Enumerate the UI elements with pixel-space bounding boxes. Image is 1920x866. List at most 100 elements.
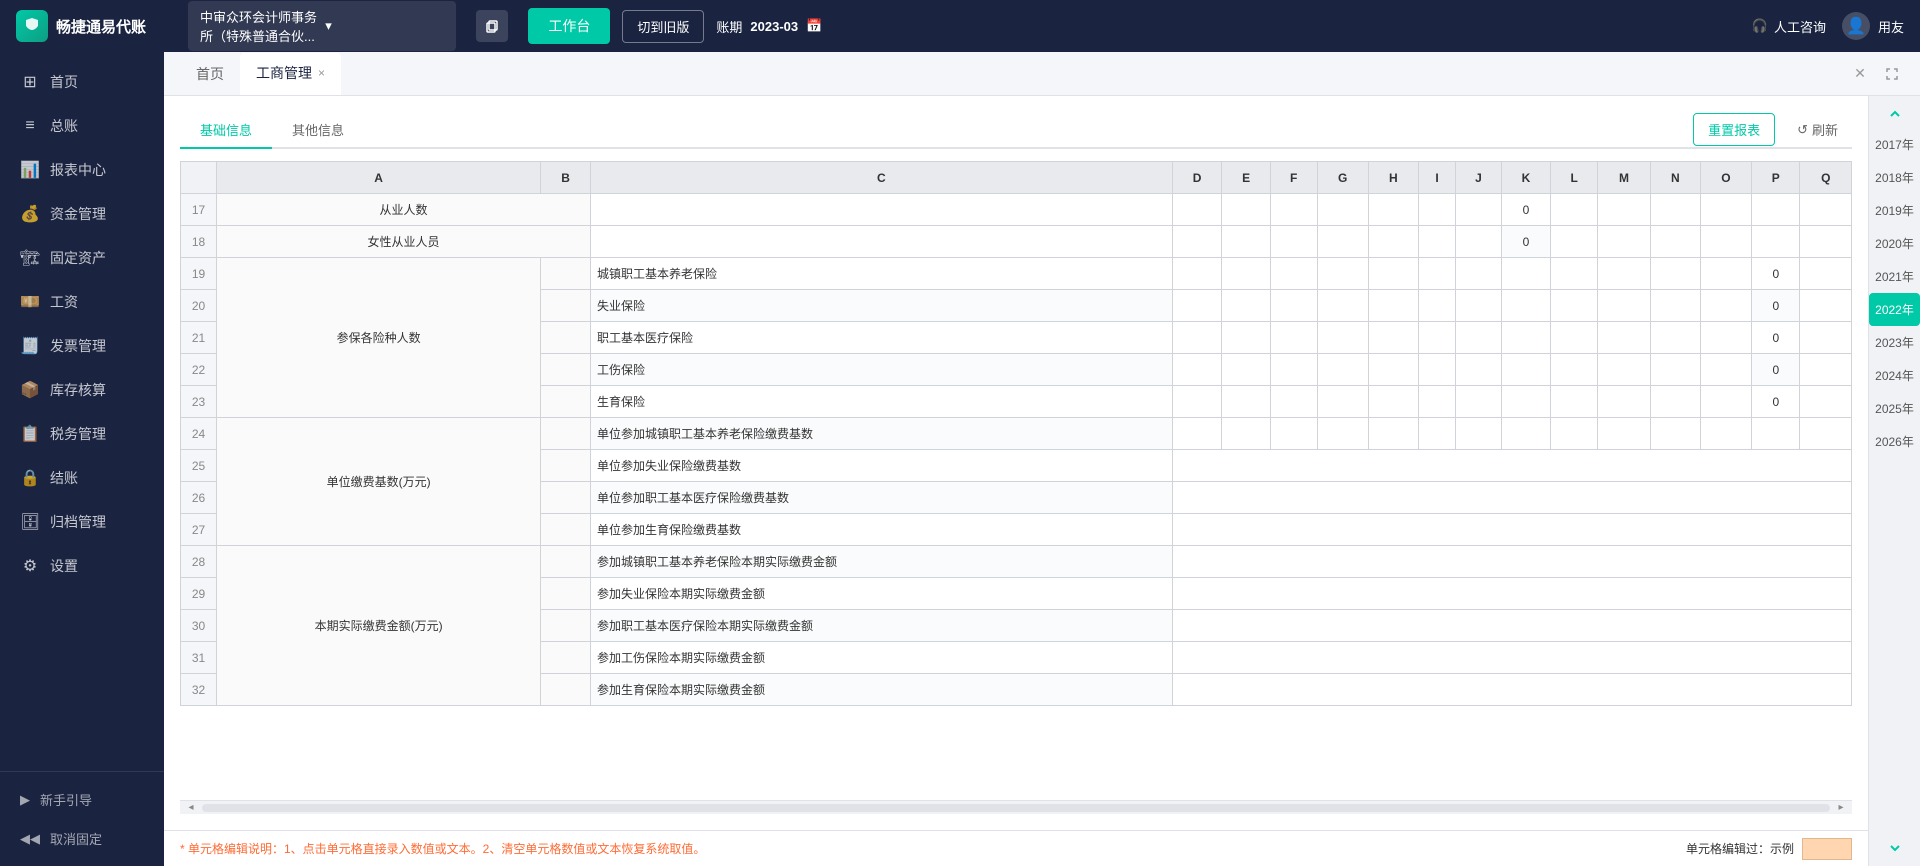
cell-24-k[interactable] [1501, 418, 1551, 450]
horizontal-scrollbar[interactable]: ◂ ▸ [180, 800, 1852, 814]
cell-23-q[interactable] [1800, 386, 1852, 418]
cell-22-f[interactable] [1270, 354, 1317, 386]
cell-28-c[interactable]: 参加城镇职工基本养老保险本期实际缴费金额 [590, 546, 1172, 578]
cell-18-p[interactable] [1752, 226, 1800, 258]
cell-20-f[interactable] [1270, 290, 1317, 322]
cell-17-e[interactable] [1222, 194, 1270, 226]
cell-31-b[interactable] [541, 642, 591, 674]
cell-23-l[interactable] [1551, 386, 1598, 418]
cell-27-rest[interactable] [1172, 514, 1851, 546]
cell-22-q[interactable] [1800, 354, 1852, 386]
cell-19-e[interactable] [1222, 258, 1270, 290]
cell-20-q[interactable] [1800, 290, 1852, 322]
sidebar-item-close[interactable]: 🔒 结账 [0, 456, 164, 500]
cell-29-b[interactable] [541, 578, 591, 610]
cell-23-g[interactable] [1317, 386, 1368, 418]
cell-22-d[interactable] [1172, 354, 1222, 386]
cell-24-m[interactable] [1598, 418, 1651, 450]
cell-19-d[interactable] [1172, 258, 1222, 290]
tab-close-icon[interactable]: × [318, 66, 325, 80]
cell-18-g[interactable] [1317, 226, 1368, 258]
cell-24-e[interactable] [1222, 418, 1270, 450]
cell-32-b[interactable] [541, 674, 591, 706]
scroll-right-arrow[interactable]: ▸ [1834, 801, 1848, 815]
cell-24-l[interactable] [1551, 418, 1598, 450]
cell-24-f[interactable] [1270, 418, 1317, 450]
cell-17-p[interactable] [1752, 194, 1800, 226]
cell-22-i[interactable] [1418, 354, 1456, 386]
cell-22-g[interactable] [1317, 354, 1368, 386]
sidebar-guide-button[interactable]: ▶ 新手引导 [0, 780, 164, 819]
cell-24-q[interactable] [1800, 418, 1852, 450]
year-item-2020[interactable]: 2020年 [1869, 227, 1920, 260]
cell-24-b[interactable] [541, 418, 591, 450]
sidebar-item-tax[interactable]: 📋 税务管理 [0, 412, 164, 456]
cell-30-b[interactable] [541, 610, 591, 642]
cell-18-c[interactable] [590, 226, 1172, 258]
cell-26-b[interactable] [541, 482, 591, 514]
cell-18-j[interactable] [1456, 226, 1501, 258]
workbench-button[interactable]: 工作台 [528, 8, 610, 44]
cell-22-n[interactable] [1650, 354, 1700, 386]
cell-22-j[interactable] [1456, 354, 1501, 386]
cell-17-l[interactable] [1551, 194, 1598, 226]
cell-17-g[interactable] [1317, 194, 1368, 226]
cell-26-rest[interactable] [1172, 482, 1851, 514]
year-item-2017[interactable]: 2017年 [1869, 128, 1920, 161]
cell-24-c[interactable]: 单位参加城镇职工基本养老保险缴费基数 [590, 418, 1172, 450]
cell-19-k[interactable] [1501, 258, 1551, 290]
cell-19-i[interactable] [1418, 258, 1456, 290]
cell-18-d[interactable] [1172, 226, 1222, 258]
cell-20-b[interactable] [541, 290, 591, 322]
tab-business[interactable]: 工商管理 × [240, 53, 341, 95]
sidebar-item-archive[interactable]: 🗄 归档管理 [0, 500, 164, 544]
cell-20-h[interactable] [1368, 290, 1418, 322]
expand-window-button[interactable] [1880, 62, 1904, 86]
calendar-icon[interactable]: 📅 [806, 18, 822, 34]
cell-21-l[interactable] [1551, 322, 1598, 354]
refresh-button[interactable]: ↺ 刷新 [1783, 114, 1852, 145]
cell-19-a[interactable]: 参保各险种人数 [217, 258, 541, 418]
cell-20-m[interactable] [1598, 290, 1651, 322]
cell-18-i[interactable] [1418, 226, 1456, 258]
cell-28-a[interactable]: 本期实际缴费金额(万元) [217, 546, 541, 706]
cell-17-a[interactable]: 从业人数 [217, 194, 591, 226]
cell-17-q[interactable] [1800, 194, 1852, 226]
cell-17-m[interactable] [1598, 194, 1651, 226]
cell-22-o[interactable] [1700, 354, 1751, 386]
cell-23-e[interactable] [1222, 386, 1270, 418]
cell-22-m[interactable] [1598, 354, 1651, 386]
copy-company-button[interactable] [476, 10, 508, 42]
cell-22-h[interactable] [1368, 354, 1418, 386]
cell-22-e[interactable] [1222, 354, 1270, 386]
cell-20-i[interactable] [1418, 290, 1456, 322]
cell-21-e[interactable] [1222, 322, 1270, 354]
scroll-left-arrow[interactable]: ◂ [184, 801, 198, 815]
cell-17-o[interactable] [1700, 194, 1751, 226]
cell-19-o[interactable] [1700, 258, 1751, 290]
sidebar-item-inventory[interactable]: 📦 库存核算 [0, 368, 164, 412]
cell-23-n[interactable] [1650, 386, 1700, 418]
cell-24-g[interactable] [1317, 418, 1368, 450]
cell-18-e[interactable] [1222, 226, 1270, 258]
sidebar-item-capital[interactable]: 💰 资金管理 [0, 192, 164, 236]
cell-19-l[interactable] [1551, 258, 1598, 290]
year-item-2024[interactable]: 2024年 [1869, 359, 1920, 392]
cell-20-c[interactable]: 失业保险 [590, 290, 1172, 322]
cell-24-o[interactable] [1700, 418, 1751, 450]
cell-17-d[interactable] [1172, 194, 1222, 226]
year-item-2018[interactable]: 2018年 [1869, 161, 1920, 194]
cell-21-m[interactable] [1598, 322, 1651, 354]
cell-24-p[interactable] [1752, 418, 1800, 450]
cell-24-j[interactable] [1456, 418, 1501, 450]
sidebar-item-report[interactable]: 📊 报表中心 [0, 148, 164, 192]
cell-19-n[interactable] [1650, 258, 1700, 290]
cell-17-j[interactable] [1456, 194, 1501, 226]
cell-17-c[interactable] [590, 194, 1172, 226]
close-window-button[interactable]: ✕ [1848, 62, 1872, 86]
cell-23-b[interactable] [541, 386, 591, 418]
year-item-2021[interactable]: 2021年 [1869, 260, 1920, 293]
sub-tab-basic[interactable]: 基础信息 [180, 112, 272, 149]
cell-27-b[interactable] [541, 514, 591, 546]
cell-18-k[interactable]: 0 [1501, 226, 1551, 258]
